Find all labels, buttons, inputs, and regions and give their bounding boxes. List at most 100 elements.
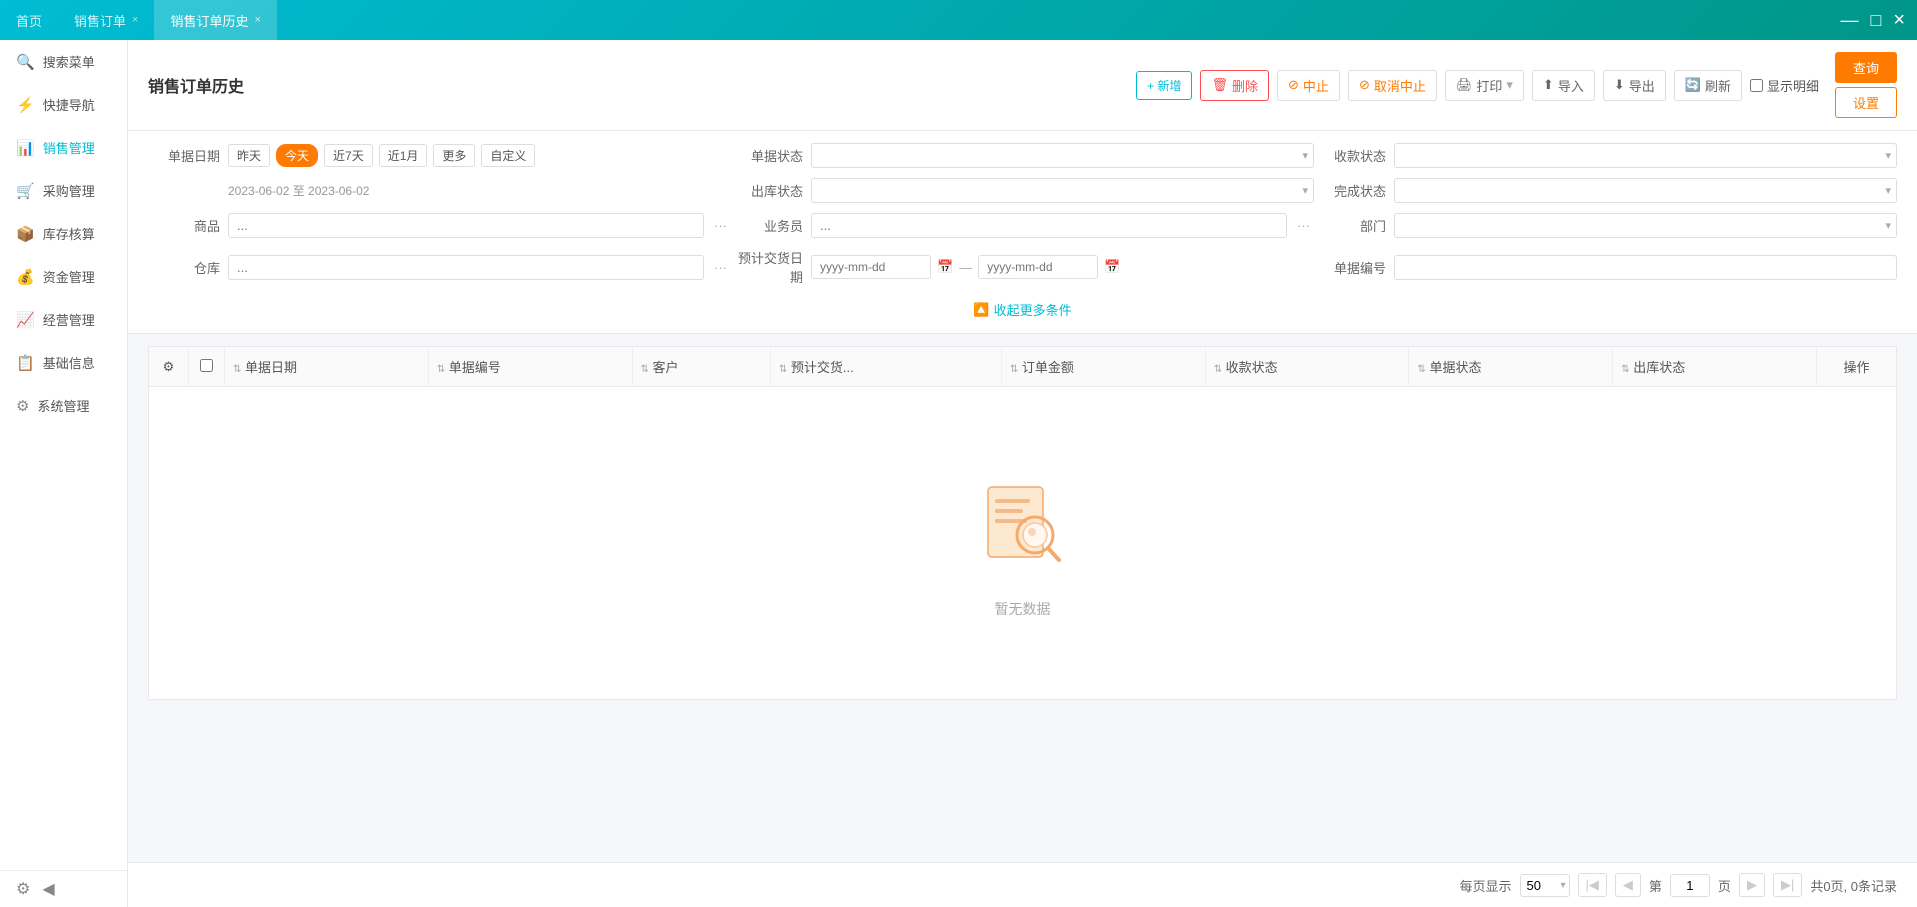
bill-status-label: 单据状态 bbox=[731, 146, 811, 165]
search-icon: 🔍 bbox=[16, 53, 35, 71]
page-input[interactable] bbox=[1670, 874, 1710, 897]
th-bill-status[interactable]: ⇅ 单据状态 bbox=[1409, 347, 1613, 387]
receive-status-select[interactable] bbox=[1394, 143, 1897, 168]
th-customer[interactable]: ⇅ 客户 bbox=[632, 347, 770, 387]
salesperson-filter-cell: 业务员 ··· bbox=[731, 213, 1314, 238]
expected-date-to-input[interactable] bbox=[978, 255, 1098, 279]
date-btn-custom[interactable]: 自定义 bbox=[481, 144, 535, 167]
th-expected-date-label: 预计交货... bbox=[791, 360, 854, 375]
sidebar-item-operation[interactable]: 📈 经营管理 bbox=[0, 298, 127, 341]
page-size-select[interactable]: 50 10 20 100 bbox=[1520, 874, 1570, 897]
th-expected-date[interactable]: ⇅ 预计交货... bbox=[770, 347, 1001, 387]
close-sales-order-tab-icon[interactable]: × bbox=[132, 14, 138, 26]
filter-area: 单据日期 昨天 今天 近7天 近1月 更多 自定义 单据状态 bbox=[128, 131, 1917, 334]
th-bill-date[interactable]: ⇅ 单据日期 bbox=[225, 347, 429, 387]
date-calendar-to-icon[interactable]: 📅 bbox=[1104, 259, 1120, 275]
date-calendar-from-icon[interactable]: 📅 bbox=[937, 259, 953, 275]
tab-sales-order[interactable]: 销售订单 × bbox=[58, 0, 154, 40]
select-all-checkbox[interactable] bbox=[200, 359, 213, 372]
date-btn-more[interactable]: 更多 bbox=[433, 144, 475, 167]
tab-sales-order-history[interactable]: 销售订单历史 × bbox=[154, 0, 276, 40]
delete-button[interactable]: 🗑 删除 bbox=[1200, 70, 1269, 101]
date-btn-1month[interactable]: 近1月 bbox=[379, 144, 428, 167]
complete-status-select[interactable] bbox=[1394, 178, 1897, 203]
warehouse-ellipsis-btn[interactable]: ··· bbox=[710, 260, 731, 275]
sidebar-collapse-icon[interactable]: ◀ bbox=[42, 879, 54, 899]
table-settings-th[interactable]: ⚙ bbox=[149, 347, 189, 387]
th-out-status[interactable]: ⇅ 出库状态 bbox=[1613, 347, 1817, 387]
page-title: 销售订单历史 bbox=[148, 73, 244, 109]
sidebar-item-finance[interactable]: 💰 资金管理 bbox=[0, 255, 127, 298]
stop-button[interactable]: ⊘ 中止 bbox=[1277, 70, 1340, 101]
last-page-button[interactable]: ▶| bbox=[1773, 873, 1802, 897]
sidebar-item-sales[interactable]: 📊 销售管理 bbox=[0, 126, 127, 169]
tab-home[interactable]: 首页 bbox=[0, 0, 58, 40]
th-bill-date-label: 单据日期 bbox=[245, 360, 297, 375]
refresh-button[interactable]: 🔄 刷新 bbox=[1674, 70, 1742, 101]
sidebar-settings-icon[interactable]: ⚙ bbox=[16, 879, 30, 899]
date-btn-today[interactable]: 今天 bbox=[276, 144, 318, 167]
empty-state: 暂无数据 bbox=[149, 387, 1896, 699]
date-btn-yesterday[interactable]: 昨天 bbox=[228, 144, 270, 167]
first-page-button[interactable]: |◀ bbox=[1578, 873, 1607, 897]
bill-status-select[interactable] bbox=[811, 143, 1314, 168]
table-settings-icon[interactable]: ⚙ bbox=[163, 359, 175, 374]
print-dropdown-icon[interactable]: ▾ bbox=[1506, 77, 1513, 93]
salesperson-ellipsis-btn[interactable]: ··· bbox=[1293, 218, 1314, 233]
export-button[interactable]: ⬇ 导出 bbox=[1603, 70, 1666, 101]
page-label: 第 bbox=[1649, 876, 1662, 895]
maximize-icon[interactable]: □ bbox=[1866, 6, 1885, 35]
receive-status-content bbox=[1394, 143, 1897, 168]
sidebar-item-inventory[interactable]: 📦 库存核算 bbox=[0, 212, 127, 255]
product-ellipsis-btn[interactable]: ··· bbox=[710, 218, 731, 233]
date-btn-7days[interactable]: 近7天 bbox=[324, 144, 373, 167]
th-bill-no[interactable]: ⇅ 单据编号 bbox=[428, 347, 632, 387]
sidebar-search-label: 搜索菜单 bbox=[43, 52, 95, 71]
import-button[interactable]: ⬆ 导入 bbox=[1532, 70, 1595, 101]
top-bar-actions: — □ × bbox=[1836, 5, 1917, 36]
salesperson-input[interactable] bbox=[811, 213, 1287, 238]
setting-button[interactable]: 设置 bbox=[1835, 87, 1897, 118]
department-label: 部门 bbox=[1314, 216, 1394, 235]
bill-status-content bbox=[811, 143, 1314, 168]
expected-date-from-input[interactable] bbox=[811, 255, 931, 279]
prev-page-button[interactable]: ◀ bbox=[1615, 873, 1641, 897]
sidebar-item-purchase[interactable]: 🛒 采购管理 bbox=[0, 169, 127, 212]
cancel-stop-button[interactable]: ⊘ 取消中止 bbox=[1348, 70, 1437, 101]
basic-icon: 📋 bbox=[16, 354, 35, 372]
query-button[interactable]: 查询 bbox=[1835, 52, 1897, 83]
warehouse-filter-cell: 仓库 ··· bbox=[148, 248, 731, 286]
th-receive-status[interactable]: ⇅ 收款状态 bbox=[1205, 347, 1409, 387]
department-select[interactable] bbox=[1394, 213, 1897, 238]
top-bar: 首页 销售订单 × 销售订单历史 × — □ × bbox=[0, 0, 1917, 40]
warehouse-input[interactable] bbox=[228, 255, 704, 280]
date-range-dash: — bbox=[959, 260, 972, 275]
export-icon: ⬇ bbox=[1614, 77, 1625, 93]
th-receive-status-sort-icon: ⇅ bbox=[1214, 364, 1222, 375]
close-sales-order-history-tab-icon[interactable]: × bbox=[254, 14, 260, 26]
bill-no-input[interactable] bbox=[1394, 255, 1897, 280]
date-label: 单据日期 bbox=[148, 146, 228, 165]
th-amount[interactable]: ⇅ 订单金额 bbox=[1001, 347, 1205, 387]
sidebar-basic-label: 基础信息 bbox=[43, 353, 95, 372]
sidebar-purchase-label: 采购管理 bbox=[43, 181, 95, 200]
sidebar-item-basic[interactable]: 📋 基础信息 bbox=[0, 341, 127, 384]
complete-status-filter-cell: 完成状态 bbox=[1314, 178, 1897, 203]
th-bill-date-sort-icon: ⇅ bbox=[233, 364, 241, 375]
out-stock-select[interactable] bbox=[811, 178, 1314, 203]
window-close-icon[interactable]: × bbox=[1889, 5, 1909, 36]
collapse-more-btn[interactable]: 🔼 收起更多条件 bbox=[148, 294, 1897, 321]
minimize-icon[interactable]: — bbox=[1836, 6, 1862, 35]
new-button[interactable]: + 新增 bbox=[1136, 71, 1192, 100]
sidebar-item-quicknav[interactable]: ⚡ 快捷导航 bbox=[0, 83, 127, 126]
th-amount-label: 订单金额 bbox=[1022, 360, 1074, 375]
print-button[interactable]: 🖨 打印 ▾ bbox=[1445, 70, 1524, 101]
next-page-button[interactable]: ▶ bbox=[1739, 873, 1765, 897]
product-input[interactable] bbox=[228, 213, 704, 238]
sidebar-item-search[interactable]: 🔍 搜索菜单 bbox=[0, 40, 127, 83]
show-detail-checkbox[interactable] bbox=[1750, 79, 1763, 92]
department-filter-cell: 部门 bbox=[1314, 213, 1897, 238]
sales-icon: 📊 bbox=[16, 139, 35, 157]
th-action-label: 操作 bbox=[1843, 360, 1869, 375]
sidebar-item-system[interactable]: ⚙ 系统管理 bbox=[0, 384, 127, 427]
